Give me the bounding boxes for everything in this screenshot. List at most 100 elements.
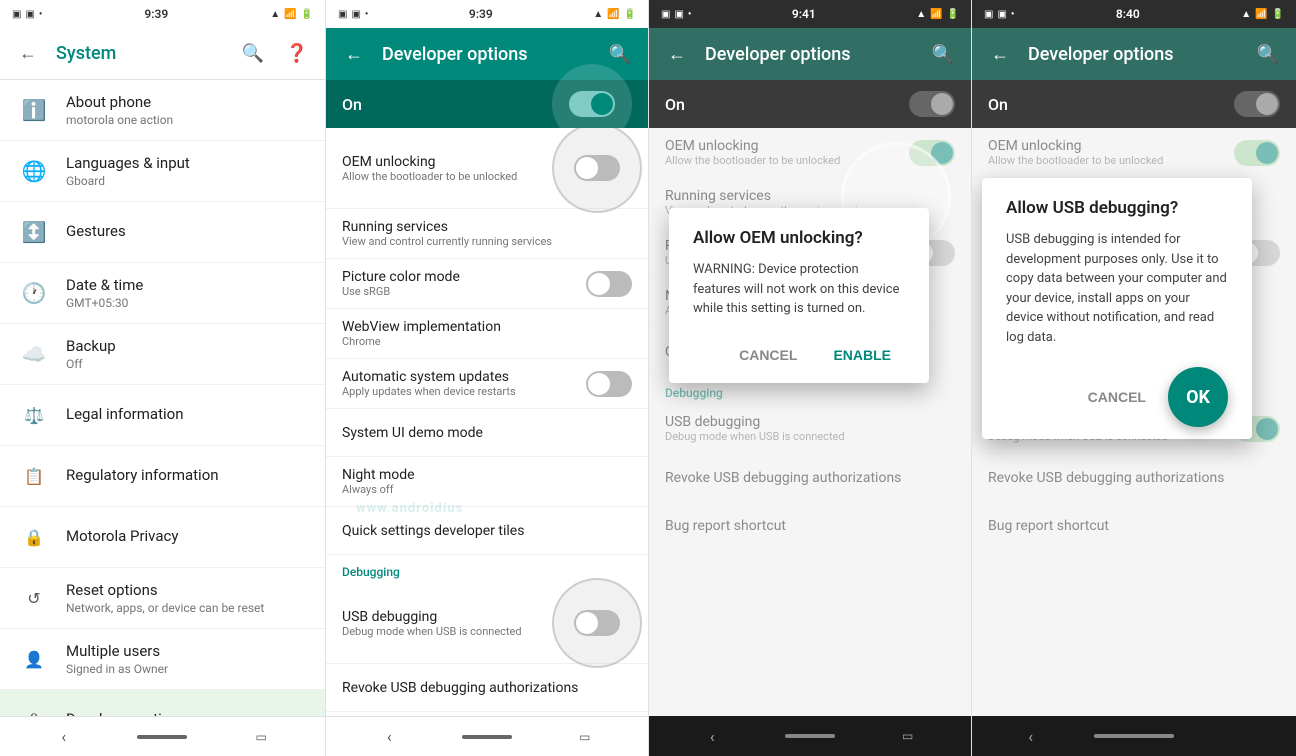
- list-item-backup[interactable]: ☁️ Backup Off: [0, 324, 325, 385]
- datetime-title: Date & time: [66, 276, 309, 296]
- dev-item-oem-4: OEM unlocking Allow the bootloader to be…: [972, 128, 1296, 178]
- back-nav-3[interactable]: ‹: [698, 722, 726, 750]
- dev-item-picturecolor[interactable]: Picture color mode Use sRGB: [326, 259, 648, 309]
- icon-sim: ▣: [12, 9, 21, 20]
- dialog-title-usb: Allow USB debugging?: [1006, 198, 1228, 218]
- panel-oem-dialog: ▣▣• 9:41 ▲📶🔋 ← Developer options 🔍 On OE…: [648, 0, 971, 756]
- regulatory-icon: 📋: [16, 458, 52, 494]
- dev-item-usbdebug[interactable]: USB debugging Debug mode when USB is con…: [326, 583, 648, 664]
- app-bar-title-4: Developer options: [1028, 44, 1240, 65]
- home-indicator-4[interactable]: [1094, 734, 1174, 738]
- back-button-2[interactable]: ←: [338, 38, 370, 70]
- help-button-1[interactable]: ❓: [281, 38, 313, 70]
- list-item-datetime[interactable]: 🕐 Date & time GMT+05:30: [0, 263, 325, 324]
- back-nav-1[interactable]: ‹: [50, 723, 78, 751]
- dialog-title-oem: Allow OEM unlocking?: [693, 228, 905, 248]
- panel-developer: ▣▣• 9:39 ▲ 📶 🔋 ← Developer options 🔍 On …: [325, 0, 648, 756]
- dev-item-uidemo[interactable]: System UI demo mode: [326, 409, 648, 457]
- toggle-on-4: [1234, 91, 1280, 117]
- back-button-3[interactable]: ←: [661, 38, 693, 70]
- on-row-2[interactable]: On: [326, 80, 648, 128]
- search-button-1[interactable]: 🔍: [237, 38, 269, 70]
- dialog-ok-circle[interactable]: OK: [1168, 367, 1228, 427]
- list-item-motorola-privacy[interactable]: 🔒 Motorola Privacy: [0, 507, 325, 568]
- usb-dialog: Allow USB debugging? USB debugging is in…: [982, 178, 1252, 439]
- reset-subtitle: Network, apps, or device can be reset: [66, 601, 309, 615]
- toggle-picturecolor[interactable]: [586, 271, 632, 297]
- back-nav-4[interactable]: ‹: [1017, 722, 1045, 750]
- on-row-4: On: [972, 80, 1296, 128]
- list-item-users[interactable]: 👤 Multiple users Signed in as Owner: [0, 629, 325, 690]
- toggle-on-2[interactable]: [569, 91, 615, 117]
- app-bar-3: ← Developer options 🔍: [649, 28, 971, 80]
- list-item-languages[interactable]: 🌐 Languages & input Gboard: [0, 141, 325, 202]
- home-indicator-1[interactable]: [137, 735, 187, 739]
- dev-item-qstiles[interactable]: Quick settings developer tiles: [326, 507, 648, 555]
- status-time-2: 9:39: [469, 7, 493, 21]
- icon-bullet: •: [39, 9, 43, 20]
- back-button-1[interactable]: ←: [12, 38, 44, 70]
- languages-title: Languages & input: [66, 154, 309, 174]
- backup-subtitle: Off: [66, 357, 309, 371]
- back-button-4[interactable]: ←: [984, 38, 1016, 70]
- recents-nav-3[interactable]: ▭: [894, 722, 922, 750]
- dialog-cancel-oem[interactable]: Cancel: [725, 339, 811, 371]
- list-item-developer[interactable]: {} Developer options: [0, 690, 325, 716]
- recents-nav-2[interactable]: ▭: [571, 723, 599, 751]
- datetime-icon: 🕐: [16, 275, 52, 311]
- users-subtitle: Signed in as Owner: [66, 662, 309, 676]
- panel-2-content: www.androidius OEM unlocking Allow the b…: [326, 128, 648, 716]
- status-icons-right-2: ▲ 📶 🔋: [593, 9, 636, 20]
- home-indicator-2[interactable]: [462, 735, 512, 739]
- battery-icon: 🔋: [301, 9, 313, 20]
- toggle-oem[interactable]: [574, 155, 620, 181]
- dev-item-revoke-4: Revoke USB debugging authorizations: [972, 454, 1296, 502]
- status-icons-left-3: ▣▣•: [661, 9, 691, 20]
- search-button-3[interactable]: 🔍: [927, 38, 959, 70]
- panel-system: ▣ ▣ • 9:39 ▲ 📶 🔋 ← System 🔍 ❓ ℹ️ About p…: [0, 0, 325, 756]
- developer-icon: {}: [16, 702, 52, 716]
- toggle-autoupdates[interactable]: [586, 371, 632, 397]
- on-label-2: On: [342, 95, 552, 114]
- list-item-reset[interactable]: ↺ Reset options Network, apps, or device…: [0, 568, 325, 629]
- dev-item-revoke[interactable]: Revoke USB debugging authorizations: [326, 664, 648, 712]
- list-item-gestures[interactable]: ↕️ Gestures: [0, 202, 325, 263]
- dev-item-oem[interactable]: OEM unlocking Allow the bootloader to be…: [326, 128, 648, 209]
- list-item-about[interactable]: ℹ️ About phone motorola one action: [0, 80, 325, 141]
- list-item-regulatory[interactable]: 📋 Regulatory information: [0, 446, 325, 507]
- dev-item-webview[interactable]: WebView implementation Chrome: [326, 309, 648, 359]
- about-subtitle: motorola one action: [66, 113, 309, 127]
- status-bar-2: ▣▣• 9:39 ▲ 📶 🔋: [326, 0, 648, 28]
- status-time-4: 8:40: [1116, 7, 1140, 21]
- wifi-icon: ▲: [270, 9, 280, 20]
- dev-item-usb-3: USB debugging Debug mode when USB is con…: [649, 404, 971, 454]
- home-indicator-3[interactable]: [785, 734, 835, 738]
- status-icons-left-4: ▣▣•: [984, 9, 1014, 20]
- status-icons-right-1: ▲ 📶 🔋: [270, 9, 313, 20]
- languages-icon: 🌐: [16, 153, 52, 189]
- status-time-1: 9:39: [144, 7, 168, 21]
- legal-title: Legal information: [66, 405, 309, 425]
- dialog-actions-oem: Cancel Enable: [693, 339, 905, 371]
- dialog-body-oem: WARNING: Device protection features will…: [693, 260, 905, 319]
- dev-item-running[interactable]: Running services View and control curren…: [326, 209, 648, 259]
- search-button-4[interactable]: 🔍: [1252, 38, 1284, 70]
- oem-dialog: Allow OEM unlocking? WARNING: Device pro…: [669, 208, 929, 383]
- reset-title: Reset options: [66, 581, 309, 601]
- dialog-cancel-usb[interactable]: Cancel: [1074, 367, 1160, 427]
- dev-item-bugreport[interactable]: Bug report shortcut: [326, 712, 648, 716]
- dev-item-autoupdates[interactable]: Automatic system updates Apply updates w…: [326, 359, 648, 409]
- recents-nav-1[interactable]: ▭: [247, 723, 275, 751]
- dev-item-nightmode[interactable]: Night mode Always off: [326, 457, 648, 507]
- toggle-on-3: [909, 91, 955, 117]
- regulatory-title: Regulatory information: [66, 466, 309, 486]
- toggle-usb[interactable]: [574, 610, 620, 636]
- app-bar-4: ← Developer options 🔍: [972, 28, 1296, 80]
- status-icons-right-3: ▲📶🔋: [916, 9, 959, 20]
- app-bar-title-2: Developer options: [382, 44, 592, 65]
- backup-icon: ☁️: [16, 336, 52, 372]
- bottom-nav-1: ‹ ▭: [0, 716, 325, 756]
- back-nav-2[interactable]: ‹: [375, 723, 403, 751]
- list-item-legal[interactable]: ⚖️ Legal information: [0, 385, 325, 446]
- dialog-confirm-oem[interactable]: Enable: [819, 339, 905, 371]
